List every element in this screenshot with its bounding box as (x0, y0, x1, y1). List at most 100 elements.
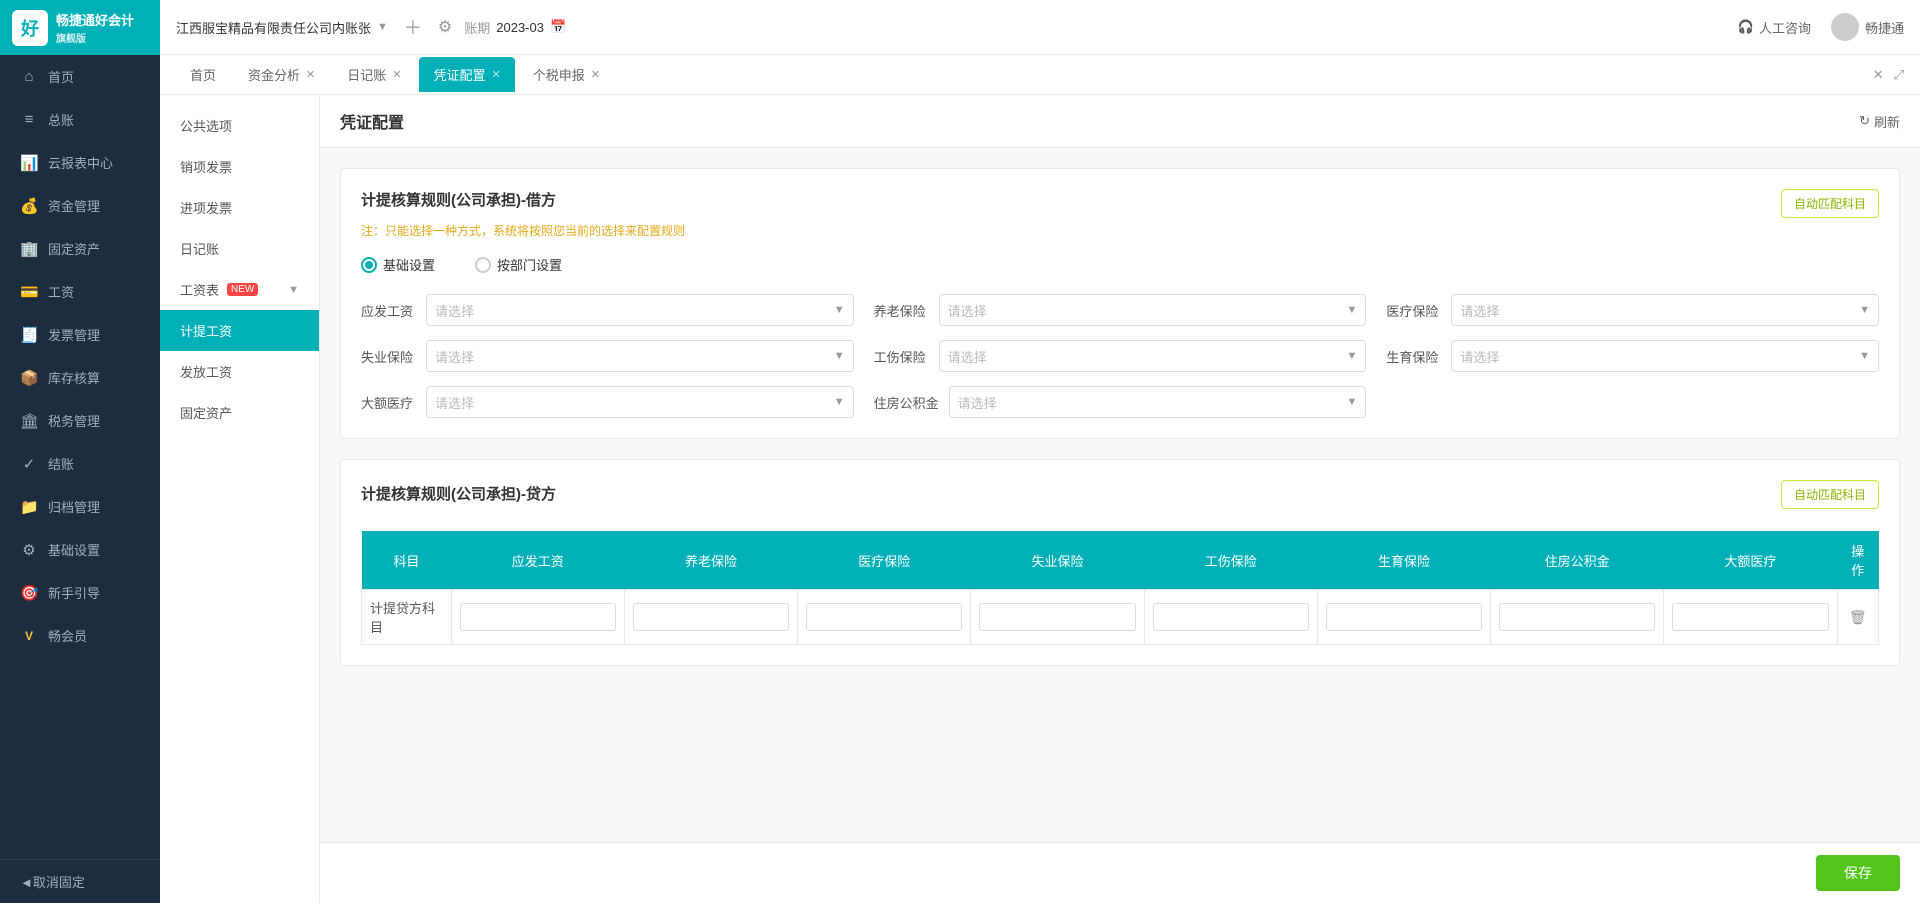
user-menu[interactable]: 畅捷通 (1831, 13, 1904, 41)
left-nav-pay-salary[interactable]: 发放工资 (160, 351, 319, 392)
th-ying-fa: 应发工资 (451, 531, 624, 590)
left-nav-pay-salary-label: 发放工资 (180, 365, 232, 380)
sidebar-item-funds[interactable]: 💰 资金管理 (0, 184, 160, 227)
sidebar-label-reports: 云报表中心 (48, 153, 113, 172)
close-tab-icon[interactable]: ✕ (1873, 67, 1884, 83)
delete-row-button[interactable]: 🗑 (1849, 609, 1867, 625)
row-gong-shang-input[interactable] (1153, 603, 1309, 631)
th-zhu-fang: 住房公积金 (1491, 531, 1664, 590)
calendar-icon[interactable]: 📅 (550, 19, 566, 35)
tab-journal[interactable]: 日记账 ✕ (333, 57, 415, 92)
ledger-icon: ≡ (20, 111, 38, 128)
radio-dept[interactable]: 按部门设置 (475, 255, 562, 274)
sidebar-item-tax[interactable]: 🏛 税务管理 (0, 399, 160, 442)
sidebar-item-member[interactable]: V 畅会员 (0, 614, 160, 657)
th-subject: 科目 (362, 531, 452, 590)
sidebar-item-ledger[interactable]: ≡ 总账 (0, 98, 160, 141)
sidebar-label-invoice: 发票管理 (48, 325, 100, 344)
sidebar-footer-label: ◄取消固定 (20, 872, 85, 891)
radio-dept-circle (475, 257, 491, 273)
da-e-select[interactable]: 请选择 ▼ (426, 386, 854, 418)
sidebar-item-checkout[interactable]: ✓ 结账 (0, 442, 160, 485)
tab-home[interactable]: 首页 (176, 57, 230, 92)
tab-voucher-close[interactable]: ✕ (492, 68, 501, 81)
left-nav-journal[interactable]: 日记账 (160, 228, 319, 269)
left-nav-calc-salary[interactable]: 计提工资 (160, 310, 319, 351)
tab-tax[interactable]: 个税申报 ✕ (519, 57, 614, 92)
ying-fa-select[interactable]: 请选择 ▼ (426, 294, 854, 326)
row-yi-liao-input[interactable] (806, 603, 962, 631)
row-yang-lao-input[interactable] (633, 603, 789, 631)
sidebar-unpin-button[interactable]: ◄取消固定 (0, 859, 160, 903)
inventory-icon: 📦 (20, 369, 38, 387)
left-nav-public[interactable]: 公共选项 (160, 105, 319, 146)
sidebar-item-inventory[interactable]: 📦 库存核算 (0, 356, 160, 399)
row-da-e-input-cell (1664, 590, 1837, 645)
da-e-placeholder: 请选择 (435, 393, 474, 412)
tab-tax-close[interactable]: ✕ (591, 68, 600, 81)
zhu-fang-select[interactable]: 请选择 ▼ (949, 386, 1367, 418)
shi-ye-select[interactable]: 请选择 ▼ (426, 340, 854, 372)
credit-auto-match-button[interactable]: 自动匹配科目 (1781, 480, 1879, 509)
credit-table: 科目 应发工资 养老保险 医疗保险 失业保险 工伤保险 生育保险 住房公积金 大… (361, 531, 1879, 645)
refresh-button[interactable]: ↻ 刷新 (1859, 112, 1900, 131)
debit-auto-match-button[interactable]: 自动匹配科目 (1781, 189, 1879, 218)
tab-funds[interactable]: 资金分析 ✕ (234, 57, 329, 92)
topbar: 江西服宝精品有限责任公司内账张 ▼ ＋ ⚙ 账期 2023-03 📅 🎧 人工咨… (160, 0, 1920, 55)
left-nav-purchase[interactable]: 进项发票 (160, 187, 319, 228)
row-zhu-fang-input[interactable] (1499, 603, 1655, 631)
settings-gear-icon[interactable]: ⚙ (438, 17, 452, 37)
sidebar-item-invoice[interactable]: 🧾 发票管理 (0, 313, 160, 356)
sidebar-item-salary[interactable]: 💳 工资 (0, 270, 160, 313)
row-gong-shang-input-cell (1144, 590, 1317, 645)
yi-liao-placeholder: 请选择 (1460, 301, 1499, 320)
row-ying-fa-input[interactable] (460, 603, 616, 631)
left-nav-sales[interactable]: 销项发票 (160, 146, 319, 187)
company-dropdown-arrow: ▼ (377, 21, 388, 33)
tab-voucher-label: 凭证配置 (433, 65, 485, 84)
sidebar-item-reports[interactable]: 📊 云报表中心 (0, 141, 160, 184)
row-shi-ye-input[interactable] (979, 603, 1135, 631)
th-yi-liao: 医疗保险 (798, 531, 971, 590)
assets-icon: 🏢 (20, 240, 38, 258)
sidebar-label-checkout: 结账 (48, 454, 74, 473)
reports-icon: 📊 (20, 154, 38, 172)
user-name: 畅捷通 (1865, 18, 1904, 37)
sidebar-item-archive[interactable]: 📁 归档管理 (0, 485, 160, 528)
tab-voucher[interactable]: 凭证配置 ✕ (419, 57, 514, 92)
da-e-label: 大额医疗 (361, 393, 416, 412)
sidebar-label-home: 首页 (48, 67, 74, 86)
row-sheng-yu-input[interactable] (1326, 603, 1482, 631)
service-button[interactable]: 🎧 人工咨询 (1738, 18, 1811, 37)
gong-shang-select[interactable]: 请选择 ▼ (939, 340, 1367, 372)
company-selector[interactable]: 江西服宝精品有限责任公司内账张 ▼ (176, 18, 388, 37)
left-nav-salary-sheet[interactable]: 工资表 NEW ▼ (160, 269, 319, 310)
radio-basic[interactable]: 基础设置 (361, 255, 435, 274)
yi-liao-select[interactable]: 请选择 ▼ (1451, 294, 1879, 326)
sidebar-item-home[interactable]: ⌂ 首页 (0, 55, 160, 98)
sidebar-item-assets[interactable]: 🏢 固定资产 (0, 227, 160, 270)
credit-section-title: 计提核算规则(公司承担)-贷方 (361, 483, 556, 504)
sidebar-label-archive: 归档管理 (48, 497, 100, 516)
tab-journal-close[interactable]: ✕ (392, 68, 401, 81)
member-icon: V (20, 629, 38, 643)
yang-lao-placeholder: 请选择 (948, 301, 987, 320)
left-nav-fixed-asset[interactable]: 固定资产 (160, 392, 319, 433)
radio-basic-circle (361, 257, 377, 273)
tab-home-label: 首页 (190, 65, 216, 84)
sheng-yu-select[interactable]: 请选择 ▼ (1451, 340, 1879, 372)
left-nav-sales-label: 销项发票 (180, 160, 232, 175)
sidebar-item-guide[interactable]: 🎯 新手引导 (0, 571, 160, 614)
add-account-button[interactable]: ＋ (400, 10, 426, 44)
tab-funds-close[interactable]: ✕ (306, 68, 315, 81)
save-button[interactable]: 保存 (1816, 855, 1900, 891)
avatar (1831, 13, 1859, 41)
radio-dept-label: 按部门设置 (497, 255, 562, 274)
row-da-e-input[interactable] (1672, 603, 1828, 631)
panel-title: 凭证配置 (340, 109, 404, 133)
th-gong-shang: 工伤保险 (1144, 531, 1317, 590)
expand-icon[interactable]: ⤢ (1894, 67, 1904, 83)
sidebar-item-settings[interactable]: ⚙ 基础设置 (0, 528, 160, 571)
yang-lao-select[interactable]: 请选择 ▼ (939, 294, 1367, 326)
sidebar: 好 畅捷通好会计 旗舰版 ⌂ 首页 ≡ 总账 📊 云报表中心 💰 资金管理 🏢 … (0, 0, 160, 903)
